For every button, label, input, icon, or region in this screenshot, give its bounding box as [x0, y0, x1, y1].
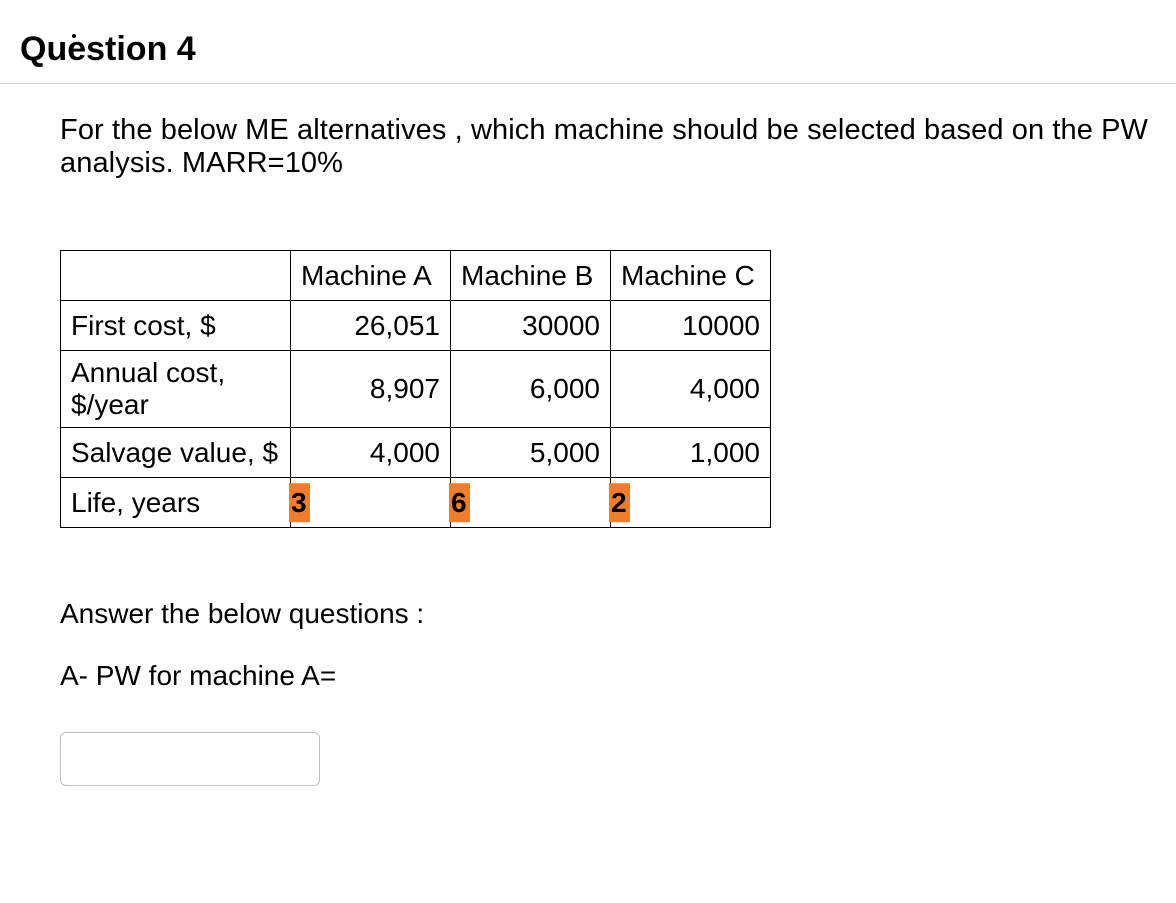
annual-cost-a: 8,907 — [291, 351, 451, 428]
first-cost-c: 10000 — [611, 301, 771, 351]
label-life: Life, years — [61, 478, 291, 528]
question-body: For the below ME alternatives , which ma… — [0, 84, 1176, 786]
question-prompt: For the below ME alternatives , which ma… — [60, 114, 1176, 180]
label-salvage: Salvage value, $ — [61, 428, 291, 478]
answer-intro: Answer the below questions : — [60, 598, 1176, 630]
answer-section: Answer the below questions : A- PW for m… — [60, 598, 1176, 786]
row-salvage: Salvage value, $ 4,000 5,000 1,000 — [61, 428, 771, 478]
question-container: Question 4 For the below ME alternatives… — [0, 0, 1176, 786]
first-cost-a: 26,051 — [291, 301, 451, 351]
header-machine-c: Machine C — [611, 251, 771, 301]
label-annual-cost: Annual cost, $/year — [61, 351, 291, 428]
table-header-row: Machine A Machine B Machine C — [61, 251, 771, 301]
life-b: 6 — [451, 478, 611, 528]
question-header: Question 4 — [0, 20, 1176, 84]
label-first-cost: First cost, $ — [61, 301, 291, 351]
header-machine-a: Machine A — [291, 251, 451, 301]
life-c: 2 — [611, 478, 771, 528]
salvage-b: 5,000 — [451, 428, 611, 478]
header-machine-b: Machine B — [451, 251, 611, 301]
accent-dot-icon — [72, 34, 76, 38]
salvage-c: 1,000 — [611, 428, 771, 478]
annual-cost-c: 4,000 — [611, 351, 771, 428]
annual-cost-b: 6,000 — [451, 351, 611, 428]
table-corner — [61, 251, 291, 301]
life-a-value: 3 — [289, 483, 310, 523]
alternatives-table: Machine A Machine B Machine C First cost… — [60, 250, 771, 528]
row-annual-cost: Annual cost, $/year 8,907 6,000 4,000 — [61, 351, 771, 428]
life-b-value: 6 — [449, 483, 470, 523]
answer-input-a[interactable] — [60, 732, 320, 786]
first-cost-b: 30000 — [451, 301, 611, 351]
salvage-a: 4,000 — [291, 428, 451, 478]
life-c-value: 2 — [609, 483, 630, 523]
question-number: Question 4 — [20, 30, 196, 68]
answer-sub-a: A- PW for machine A= — [60, 660, 1176, 692]
row-life: Life, years 3 6 2 — [61, 478, 771, 528]
life-a: 3 — [291, 478, 451, 528]
row-first-cost: First cost, $ 26,051 30000 10000 — [61, 301, 771, 351]
